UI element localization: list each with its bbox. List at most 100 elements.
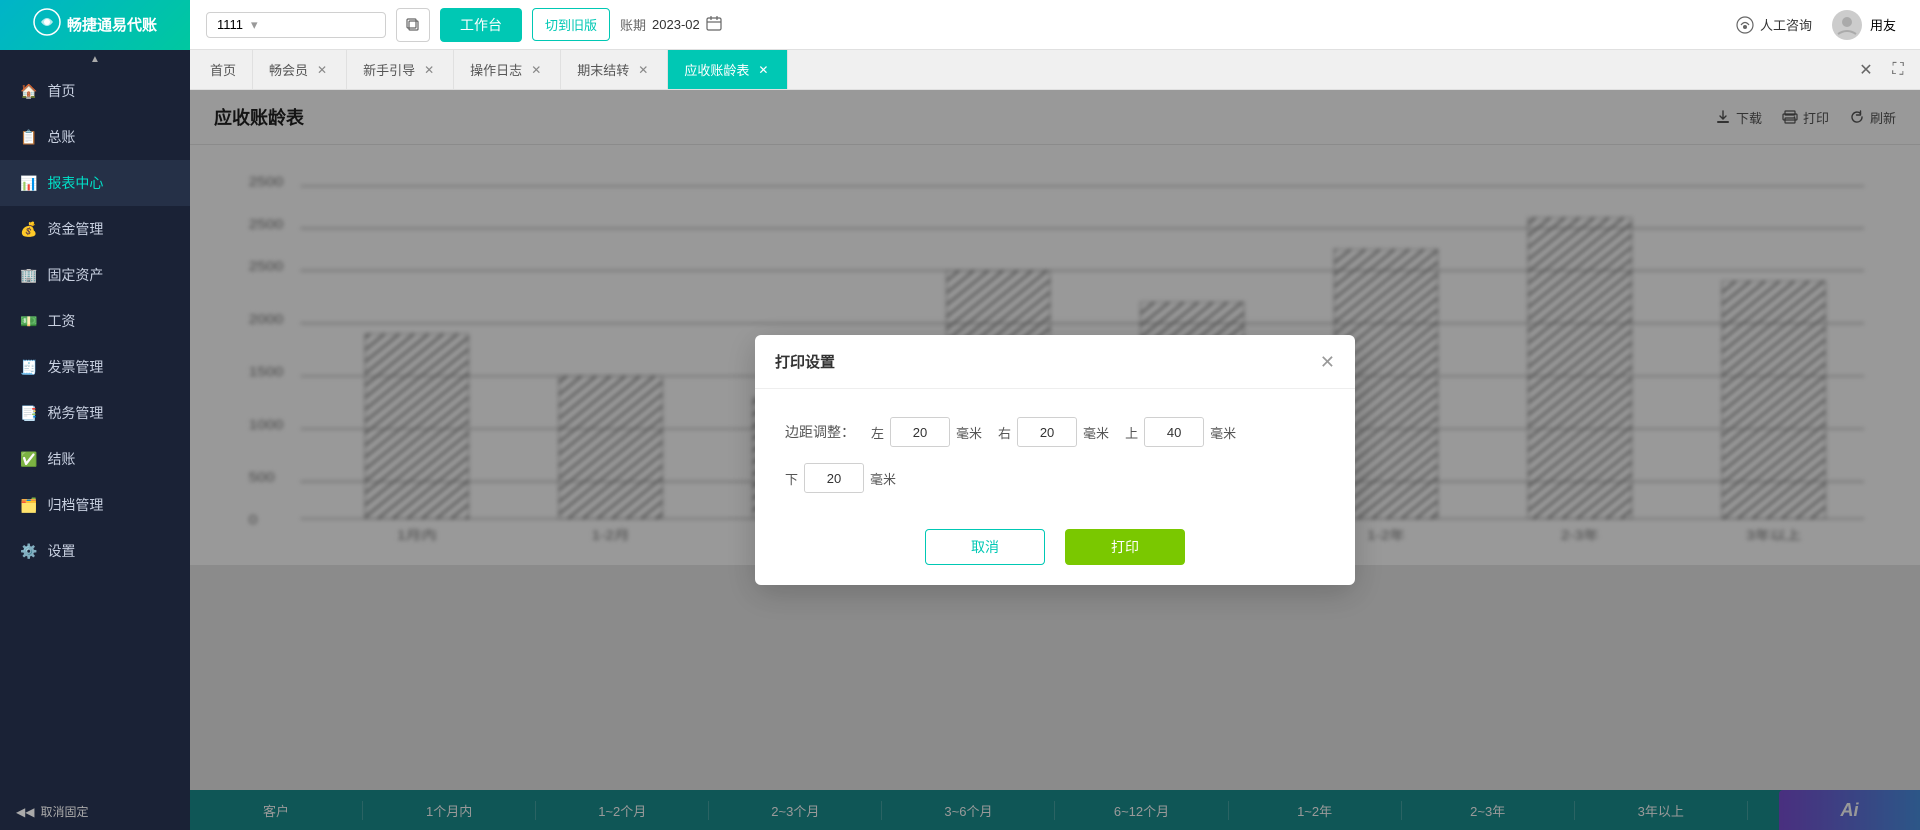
- avatar: [1832, 10, 1862, 40]
- collapse-label: 取消固定: [40, 803, 88, 820]
- reports-icon: 📊: [20, 175, 37, 192]
- cancel-button[interactable]: 取消: [925, 529, 1045, 565]
- period-info: 账期 2023-02: [620, 15, 722, 34]
- sidebar-item-home[interactable]: 🏠 首页: [0, 68, 190, 114]
- confirm-print-button[interactable]: 打印: [1065, 529, 1185, 565]
- modal-overlay: 打印设置 ✕ 边距调整： 左 毫米 右: [190, 90, 1920, 830]
- tab-bar-right: ✕ ⛶: [1852, 50, 1920, 89]
- sidebar-item-invoice[interactable]: 🧾 发票管理: [0, 344, 190, 390]
- tab-aging-label: 应收账龄表: [684, 60, 749, 79]
- bottom-label: 下: [785, 469, 798, 488]
- period-label: 账期: [620, 15, 646, 34]
- top-unit: 毫米: [1210, 423, 1236, 442]
- archive-icon: 🗂️: [20, 497, 37, 514]
- tab-maximize-button[interactable]: ⛶: [1884, 56, 1912, 84]
- sidebar-item-archive[interactable]: 🗂️ 归档管理: [0, 482, 190, 528]
- tab-oplog-label: 操作日志: [470, 60, 522, 79]
- tab-guide[interactable]: 新手引导 ✕: [347, 50, 454, 89]
- margin-top-input[interactable]: [1144, 417, 1204, 447]
- sidebar: ▲ 🏠 首页 📋 总账 📊 报表中心 💰 资金管理 🏢 固定资产 💵 工资 🧾 …: [0, 50, 190, 830]
- tab-aging-close[interactable]: ✕: [755, 63, 771, 77]
- chevron-down-icon: ▾: [251, 17, 258, 33]
- sidebar-label-archive: 归档管理: [47, 495, 103, 515]
- margin-bottom-input[interactable]: [804, 463, 864, 493]
- page-area: 应收账龄表 下载: [190, 90, 1920, 830]
- right-label: 右: [998, 423, 1011, 442]
- tab-home[interactable]: 首页: [194, 50, 253, 89]
- period-value: 2023-02: [652, 17, 700, 32]
- tab-period-end[interactable]: 期末结转 ✕: [561, 50, 668, 89]
- sidebar-label-home: 首页: [47, 81, 75, 101]
- margin-right-input[interactable]: [1017, 417, 1077, 447]
- sidebar-item-tax[interactable]: 📑 税务管理: [0, 390, 190, 436]
- sidebar-item-payroll[interactable]: 💵 工资: [0, 298, 190, 344]
- margin-label: 边距调整：: [785, 422, 855, 442]
- ledger-icon: 📋: [20, 129, 37, 146]
- sidebar-label-reports: 报表中心: [47, 173, 103, 193]
- settings-icon: ⚙️: [20, 543, 37, 560]
- sidebar-item-assets[interactable]: 🏢 固定资产: [0, 252, 190, 298]
- logo-icon: [33, 8, 61, 42]
- margin-left-group: 左 毫米: [871, 417, 982, 447]
- modal-close-button[interactable]: ✕: [1320, 353, 1335, 371]
- header-right: 人工咨询 用友: [1736, 10, 1920, 40]
- sidebar-label-settings: 设置: [47, 541, 75, 561]
- tab-bar: 首页 畅会员 ✕ 新手引导 ✕ 操作日志 ✕ 期末结转 ✕ 应收账龄表 ✕: [190, 50, 1920, 90]
- sidebar-scroll-up[interactable]: ▲: [0, 50, 190, 68]
- tab-oplog[interactable]: 操作日志 ✕: [454, 50, 561, 89]
- margin-top-group: 上 毫米: [1125, 417, 1236, 447]
- modal-title: 打印设置: [775, 351, 835, 372]
- tab-aging[interactable]: 应收账龄表 ✕: [668, 50, 788, 89]
- sidebar-item-funds[interactable]: 💰 资金管理: [0, 206, 190, 252]
- funds-icon: 💰: [20, 221, 37, 238]
- checkout-icon: ✅: [20, 451, 37, 468]
- sidebar-item-settings[interactable]: ⚙️ 设置: [0, 528, 190, 574]
- left-label: 左: [871, 423, 884, 442]
- calendar-icon[interactable]: [706, 15, 722, 34]
- workbench-button[interactable]: 工作台: [440, 8, 522, 42]
- consult-button[interactable]: 人工咨询: [1736, 15, 1812, 34]
- sidebar-label-ledger: 总账: [47, 127, 75, 147]
- sidebar-label-assets: 固定资产: [47, 265, 103, 285]
- sidebar-label-tax: 税务管理: [47, 403, 103, 423]
- left-unit: 毫米: [956, 423, 982, 442]
- app-header: 畅捷通易代账 1111 ▾ 工作台 切到旧版 账期 2023-02: [0, 0, 1920, 50]
- app-body: ▲ 🏠 首页 📋 总账 📊 报表中心 💰 资金管理 🏢 固定资产 💵 工资 🧾 …: [0, 50, 1920, 830]
- header-middle: 1111 ▾ 工作台 切到旧版 账期 2023-02: [190, 8, 1736, 42]
- margin-row: 边距调整： 左 毫米 右 毫米: [785, 417, 1325, 493]
- tab-period-end-label: 期末结转: [577, 60, 629, 79]
- logo-text: 畅捷通易代账: [67, 14, 157, 35]
- user-name: 用友: [1870, 15, 1896, 34]
- copy-button[interactable]: [396, 8, 430, 42]
- tab-guide-close[interactable]: ✕: [421, 63, 437, 77]
- home-icon: 🏠: [20, 83, 37, 100]
- tab-vip-label: 畅会员: [269, 60, 308, 79]
- modal-body: 边距调整： 左 毫米 右 毫米: [755, 389, 1355, 513]
- print-settings-modal: 打印设置 ✕ 边距调整： 左 毫米 右: [755, 335, 1355, 585]
- tab-vip[interactable]: 畅会员 ✕: [253, 50, 347, 89]
- user-area[interactable]: 用友: [1832, 10, 1896, 40]
- tab-period-end-close[interactable]: ✕: [635, 63, 651, 77]
- modal-header: 打印设置 ✕: [755, 335, 1355, 389]
- tab-vip-close[interactable]: ✕: [314, 63, 330, 77]
- assets-icon: 🏢: [20, 267, 37, 284]
- company-name: 1111: [217, 17, 243, 32]
- modal-footer: 取消 打印: [755, 513, 1355, 585]
- tab-home-label: 首页: [210, 60, 236, 79]
- sidebar-label-payroll: 工资: [47, 311, 75, 331]
- main-content: 首页 畅会员 ✕ 新手引导 ✕ 操作日志 ✕ 期末结转 ✕ 应收账龄表 ✕: [190, 50, 1920, 830]
- right-unit: 毫米: [1083, 423, 1109, 442]
- sidebar-item-checkout[interactable]: ✅ 结账: [0, 436, 190, 482]
- sidebar-collapse[interactable]: ◀◀ 取消固定: [0, 793, 190, 830]
- tab-oplog-close[interactable]: ✕: [528, 63, 544, 77]
- sidebar-item-reports[interactable]: 📊 报表中心: [0, 160, 190, 206]
- top-label: 上: [1125, 423, 1138, 442]
- tab-close-all-button[interactable]: ✕: [1852, 56, 1880, 84]
- sidebar-item-ledger[interactable]: 📋 总账: [0, 114, 190, 160]
- tab-guide-label: 新手引导: [363, 60, 415, 79]
- tax-icon: 📑: [20, 405, 37, 422]
- margin-left-input[interactable]: [890, 417, 950, 447]
- switch-version-button[interactable]: 切到旧版: [532, 8, 610, 41]
- company-selector[interactable]: 1111 ▾: [206, 12, 386, 38]
- margin-bottom-group: 下 毫米: [785, 463, 896, 493]
